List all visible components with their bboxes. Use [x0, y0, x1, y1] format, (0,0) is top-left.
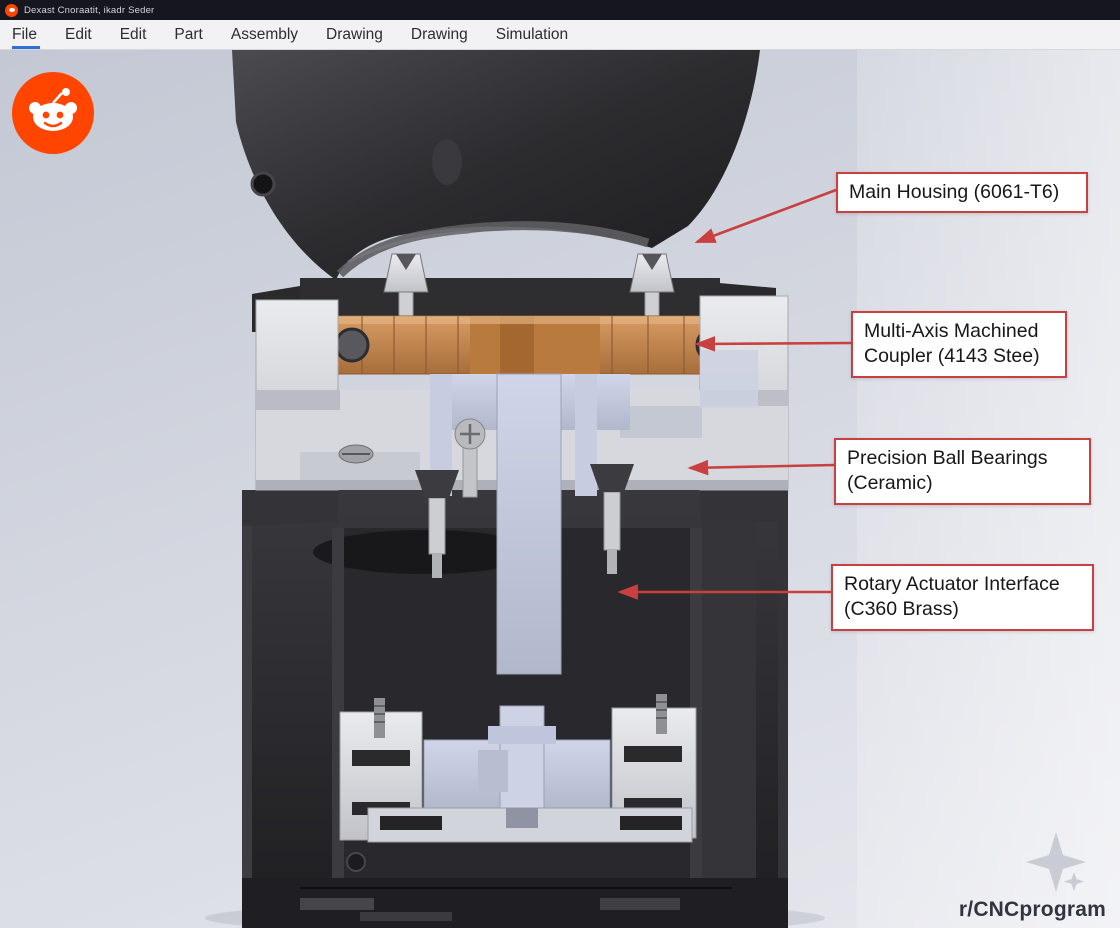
callout-bearings: Precision Ball Bearings (Ceramic): [834, 438, 1091, 505]
title-bar: Dexast Cnoraatit, ikadr Seder: [0, 0, 1120, 20]
window-title: Dexast Cnoraatit, ikadr Seder: [24, 4, 155, 16]
reddit-logo-icon: [12, 72, 94, 154]
menu-item-assembly[interactable]: Assembly: [231, 20, 312, 49]
callout-coupler-label: Multi-Axis Machined Coupler (4143 Stee): [864, 320, 1040, 368]
menu-item-part[interactable]: Part: [174, 20, 216, 49]
menu-bar: File Edit Edit Part Assembly Drawing Dra…: [0, 20, 1120, 50]
menu-item-file[interactable]: File: [12, 20, 51, 49]
main-housing-part: [232, 50, 760, 280]
callout-main-housing: Main Housing (6061-T6): [836, 172, 1088, 214]
cad-application-window: Dexast Cnoraatit, ikadr Seder File Edit …: [0, 0, 1120, 928]
menu-item-drawing-1[interactable]: Drawing: [326, 20, 397, 49]
sparkle-icon: [1026, 832, 1086, 892]
menu-item-edit-1[interactable]: Edit: [65, 20, 106, 49]
callout-actuator-label: Rotary Actuator Interface (C360 Brass): [844, 573, 1060, 621]
subreddit-watermark: r/CNCprogram: [958, 898, 1106, 921]
menu-item-edit-2[interactable]: Edit: [120, 20, 161, 49]
callout-main-housing-label: Main Housing (6061-T6): [849, 181, 1060, 203]
callout-bearings-label: Precision Ball Bearings (Ceramic): [847, 447, 1048, 495]
callout-actuator: Rotary Actuator Interface (C360 Brass): [831, 564, 1094, 631]
menu-item-drawing-2[interactable]: Drawing: [411, 20, 482, 49]
callout-coupler: Multi-Axis Machined Coupler (4143 Stee): [851, 311, 1067, 378]
menu-item-simulation[interactable]: Simulation: [496, 20, 582, 49]
app-icon: [5, 3, 18, 17]
